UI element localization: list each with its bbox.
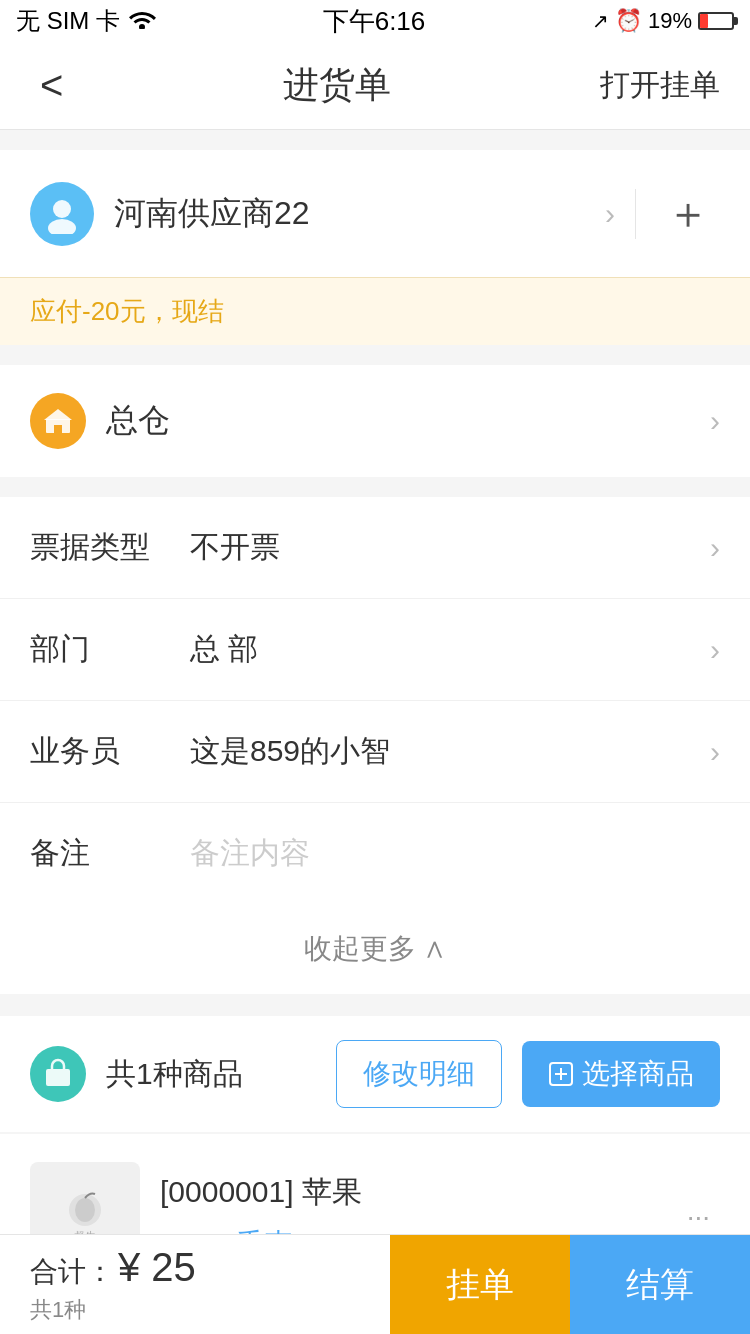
warehouse-section: 总仓 › — [0, 365, 750, 477]
warehouse-row[interactable]: 总仓 › — [0, 365, 750, 477]
supplier-notice: 应付-20元，现结 — [0, 277, 750, 345]
open-hang-button[interactable]: 打开挂单 — [600, 65, 720, 106]
status-right: ↗ ⏰ 19% — [592, 8, 734, 34]
product-header: 共1种商品 修改明细 选择商品 — [0, 1016, 750, 1132]
product-icon — [30, 1046, 86, 1102]
collapse-label: 收起更多 ∧ — [304, 930, 447, 968]
svg-point-10 — [75, 1198, 95, 1222]
supplier-avatar — [30, 182, 94, 246]
select-product-button[interactable]: 选择商品 — [522, 1041, 720, 1107]
location-icon: ↗ — [592, 9, 609, 33]
remarks-row[interactable]: 备注 备注内容 — [0, 803, 750, 904]
carrier-label: 无 SIM 卡 — [16, 5, 120, 37]
form-section: 票据类型 不开票 › 部门 总 部 › 业务员 这是859的小智 › 备注 备注… — [0, 497, 750, 904]
svg-marker-3 — [44, 409, 72, 420]
add-supplier-button[interactable]: ＋ — [656, 174, 720, 253]
divider-2 — [0, 345, 750, 365]
edit-detail-button[interactable]: 修改明细 — [336, 1040, 502, 1108]
supplier-row[interactable]: 河南供应商22 › ＋ — [0, 150, 750, 277]
checkout-button[interactable]: 结算 — [570, 1235, 750, 1335]
department-label: 部门 — [30, 629, 170, 670]
divider-3 — [0, 477, 750, 497]
total-count: 共1种 — [30, 1295, 360, 1325]
svg-point-0 — [53, 200, 71, 218]
warehouse-chevron-icon: › — [710, 404, 720, 438]
divider-4 — [0, 994, 750, 1014]
svg-rect-4 — [54, 425, 62, 433]
ticket-type-label: 票据类型 — [30, 527, 170, 568]
ticket-type-row[interactable]: 票据类型 不开票 › — [0, 497, 750, 599]
total-label: 合计： — [30, 1253, 114, 1291]
divider-1 — [0, 130, 750, 150]
warehouse-icon — [30, 393, 86, 449]
nav-bar: < 进货单 打开挂单 — [0, 42, 750, 130]
product-name: [0000001] 苹果 — [160, 1172, 657, 1213]
supplier-section: 河南供应商22 › ＋ 应付-20元，现结 — [0, 150, 750, 345]
total-amount: ¥ 25 — [118, 1245, 196, 1290]
ticket-type-chevron-icon: › — [710, 531, 720, 565]
battery-icon — [698, 12, 734, 30]
status-bar: 无 SIM 卡 下午6:16 ↗ ⏰ 19% — [0, 0, 750, 42]
page-title: 进货单 — [283, 61, 391, 110]
remarks-label: 备注 — [30, 833, 170, 874]
supplier-name: 河南供应商22 — [114, 192, 595, 236]
hang-button[interactable]: 挂单 — [390, 1235, 570, 1335]
alarm-icon: ⏰ — [615, 8, 642, 34]
supplier-divider — [635, 189, 636, 239]
svg-rect-5 — [46, 1069, 70, 1086]
status-time: 下午6:16 — [323, 4, 426, 39]
salesperson-label: 业务员 — [30, 731, 170, 772]
ticket-type-value: 不开票 — [190, 527, 700, 568]
select-product-label: 选择商品 — [582, 1055, 694, 1093]
department-value: 总 部 — [190, 629, 700, 670]
salesperson-row[interactable]: 业务员 这是859的小智 › — [0, 701, 750, 803]
svg-point-1 — [48, 219, 76, 234]
status-left: 无 SIM 卡 — [16, 5, 156, 37]
salesperson-value: 这是859的小智 — [190, 731, 700, 772]
salesperson-chevron-icon: › — [710, 735, 720, 769]
remarks-placeholder: 备注内容 — [190, 833, 720, 874]
warehouse-name: 总仓 — [106, 399, 700, 443]
department-chevron-icon: › — [710, 633, 720, 667]
wifi-icon — [128, 7, 156, 35]
back-button[interactable]: < — [30, 53, 73, 118]
total-section: 合计： ¥ 25 共1种 — [0, 1245, 390, 1325]
bottom-bar: 合计： ¥ 25 共1种 挂单 结算 — [0, 1234, 750, 1334]
department-row[interactable]: 部门 总 部 › — [0, 599, 750, 701]
product-count: 共1种商品 — [106, 1054, 316, 1095]
supplier-chevron-icon: › — [605, 197, 615, 231]
collapse-bar[interactable]: 收起更多 ∧ — [0, 904, 750, 994]
battery-percent: 19% — [648, 8, 692, 34]
